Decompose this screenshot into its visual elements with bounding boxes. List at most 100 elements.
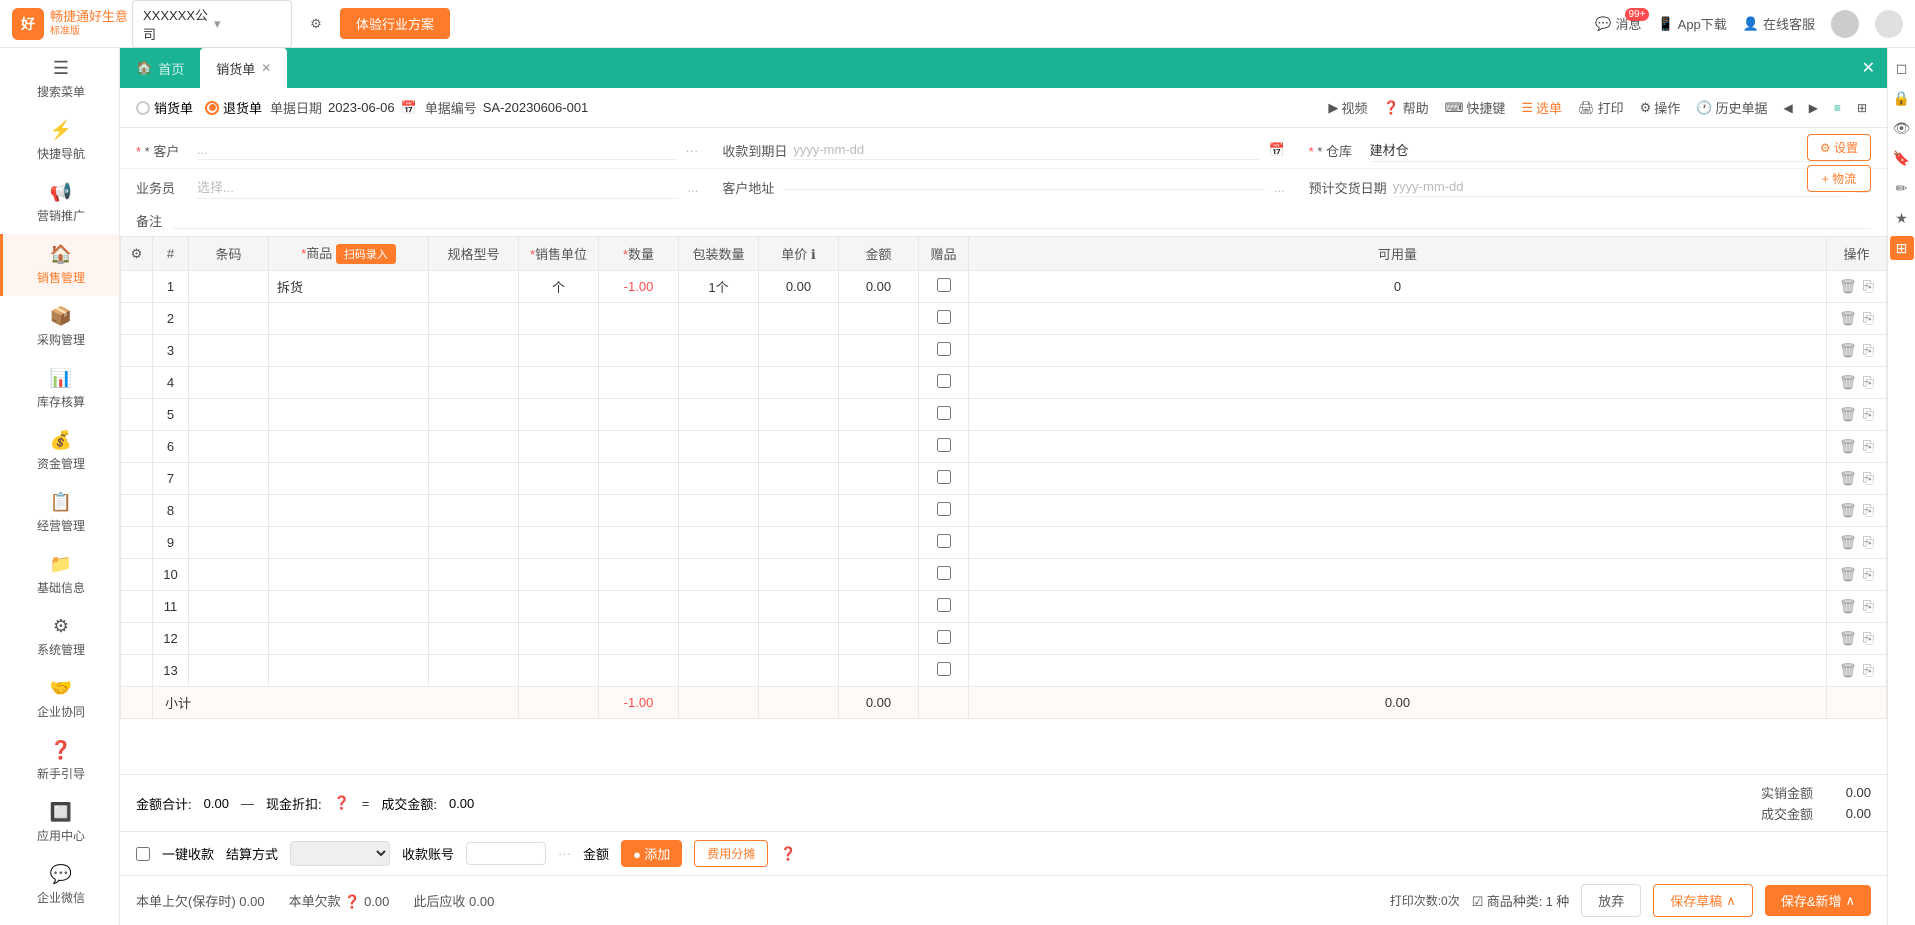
cell-product[interactable]: [269, 623, 429, 655]
cell-product[interactable]: [269, 399, 429, 431]
sidebar-item-enterprise[interactable]: 🤝 企业协同: [0, 668, 119, 730]
cell-amount[interactable]: [839, 367, 919, 399]
delete-row-icon[interactable]: 🗑: [1839, 278, 1857, 295]
cell-price[interactable]: 0.00: [759, 271, 839, 303]
cell-unit[interactable]: [519, 431, 599, 463]
cell-price[interactable]: [759, 335, 839, 367]
customer-addr-dots[interactable]: ...: [1274, 180, 1285, 195]
draft-btn[interactable]: 保存草稿 ∧: [1653, 884, 1753, 917]
sidebar-item-app[interactable]: 🔲 应用中心: [0, 792, 119, 854]
cell-unit[interactable]: [519, 559, 599, 591]
gift-checkbox[interactable]: [937, 662, 951, 676]
rs-bookmark-btn[interactable]: 🔖: [1890, 146, 1914, 170]
toolbar-prev-btn[interactable]: ◀: [1779, 99, 1796, 117]
copy-row-icon[interactable]: ⎘: [1863, 502, 1874, 519]
cell-amount[interactable]: [839, 399, 919, 431]
cell-gift[interactable]: [919, 335, 969, 367]
avatar[interactable]: [1831, 10, 1859, 38]
toolbar-video-btn[interactable]: ▶ 视频: [1324, 96, 1371, 119]
delete-row-icon[interactable]: 🗑: [1839, 534, 1857, 551]
cell-barcode[interactable]: [189, 271, 269, 303]
cell-spec[interactable]: [429, 431, 519, 463]
gift-checkbox[interactable]: [937, 278, 951, 292]
delete-row-icon[interactable]: 🗑: [1839, 374, 1857, 391]
cell-pkg-qty[interactable]: [679, 431, 759, 463]
cell-pkg-qty[interactable]: [679, 303, 759, 335]
cell-unit[interactable]: [519, 303, 599, 335]
cell-pkg-qty[interactable]: [679, 463, 759, 495]
cell-qty[interactable]: [599, 431, 679, 463]
cell-product[interactable]: [269, 431, 429, 463]
delete-row-icon[interactable]: 🗑: [1839, 630, 1857, 647]
cell-price[interactable]: [759, 463, 839, 495]
cell-unit[interactable]: [519, 399, 599, 431]
expense-split-btn[interactable]: 费用分摊: [694, 840, 768, 867]
cell-amount[interactable]: [839, 527, 919, 559]
cell-product[interactable]: [269, 463, 429, 495]
cell-spec[interactable]: [429, 655, 519, 687]
cell-product[interactable]: [269, 591, 429, 623]
radio-return[interactable]: 退货单: [205, 98, 262, 117]
cell-pkg-qty[interactable]: [679, 495, 759, 527]
one-click-pay-checkbox[interactable]: [136, 847, 150, 861]
cell-pkg-qty[interactable]: [679, 591, 759, 623]
sidebar-item-ops[interactable]: 📋 经营管理: [0, 482, 119, 544]
cell-unit[interactable]: [519, 527, 599, 559]
cell-qty[interactable]: -1.00: [599, 271, 679, 303]
gift-checkbox[interactable]: [937, 598, 951, 612]
cell-qty[interactable]: [599, 559, 679, 591]
cell-barcode[interactable]: [189, 591, 269, 623]
cell-amount[interactable]: 0.00: [839, 271, 919, 303]
cell-unit[interactable]: 个: [519, 271, 599, 303]
delete-row-icon[interactable]: 🗑: [1839, 438, 1857, 455]
copy-row-icon[interactable]: ⎘: [1863, 630, 1874, 647]
cell-amount[interactable]: [839, 463, 919, 495]
cell-product[interactable]: [269, 559, 429, 591]
toolbar-history-btn[interactable]: 🕐 历史单据: [1692, 96, 1771, 119]
cell-spec[interactable]: [429, 623, 519, 655]
gift-checkbox[interactable]: [937, 310, 951, 324]
cell-barcode[interactable]: [189, 367, 269, 399]
cell-barcode[interactable]: [189, 623, 269, 655]
toolbar-list-view-btn[interactable]: ≡: [1830, 99, 1845, 117]
salesperson-dots[interactable]: ...: [687, 180, 698, 195]
cell-unit[interactable]: [519, 591, 599, 623]
cell-qty[interactable]: [599, 303, 679, 335]
delete-row-icon[interactable]: 🗑: [1839, 470, 1857, 487]
copy-row-icon[interactable]: ⎘: [1863, 310, 1874, 327]
copy-row-icon[interactable]: ⎘: [1863, 662, 1874, 679]
cell-spec[interactable]: [429, 527, 519, 559]
cell-unit[interactable]: [519, 335, 599, 367]
rs-expand-btn[interactable]: ◻: [1890, 56, 1914, 80]
cell-gift[interactable]: [919, 431, 969, 463]
cell-amount[interactable]: [839, 623, 919, 655]
cell-pkg-qty[interactable]: [679, 335, 759, 367]
cell-gift[interactable]: [919, 559, 969, 591]
cell-amount[interactable]: [839, 431, 919, 463]
cell-spec[interactable]: [429, 399, 519, 431]
cell-unit[interactable]: [519, 367, 599, 399]
delete-row-icon[interactable]: 🗑: [1839, 502, 1857, 519]
cell-spec[interactable]: [429, 495, 519, 527]
delete-row-icon[interactable]: 🗑: [1839, 310, 1857, 327]
gift-checkbox[interactable]: [937, 630, 951, 644]
gift-checkbox[interactable]: [937, 566, 951, 580]
cell-amount[interactable]: [839, 655, 919, 687]
copy-row-icon[interactable]: ⎘: [1863, 374, 1874, 391]
cell-spec[interactable]: [429, 303, 519, 335]
customer-dots[interactable]: ···: [685, 143, 698, 158]
gift-checkbox[interactable]: [937, 534, 951, 548]
cell-pkg-qty[interactable]: [679, 399, 759, 431]
gift-checkbox[interactable]: [937, 470, 951, 484]
sidebar-item-wechat[interactable]: 💬 企业微信: [0, 854, 119, 916]
cell-barcode[interactable]: [189, 527, 269, 559]
cell-qty[interactable]: [599, 527, 679, 559]
cell-price[interactable]: [759, 495, 839, 527]
cell-spec[interactable]: [429, 463, 519, 495]
cell-amount[interactable]: [839, 559, 919, 591]
cell-qty[interactable]: [599, 463, 679, 495]
cell-product[interactable]: [269, 335, 429, 367]
cell-amount[interactable]: [839, 591, 919, 623]
cell-barcode[interactable]: [189, 655, 269, 687]
delete-row-icon[interactable]: 🗑: [1839, 598, 1857, 615]
